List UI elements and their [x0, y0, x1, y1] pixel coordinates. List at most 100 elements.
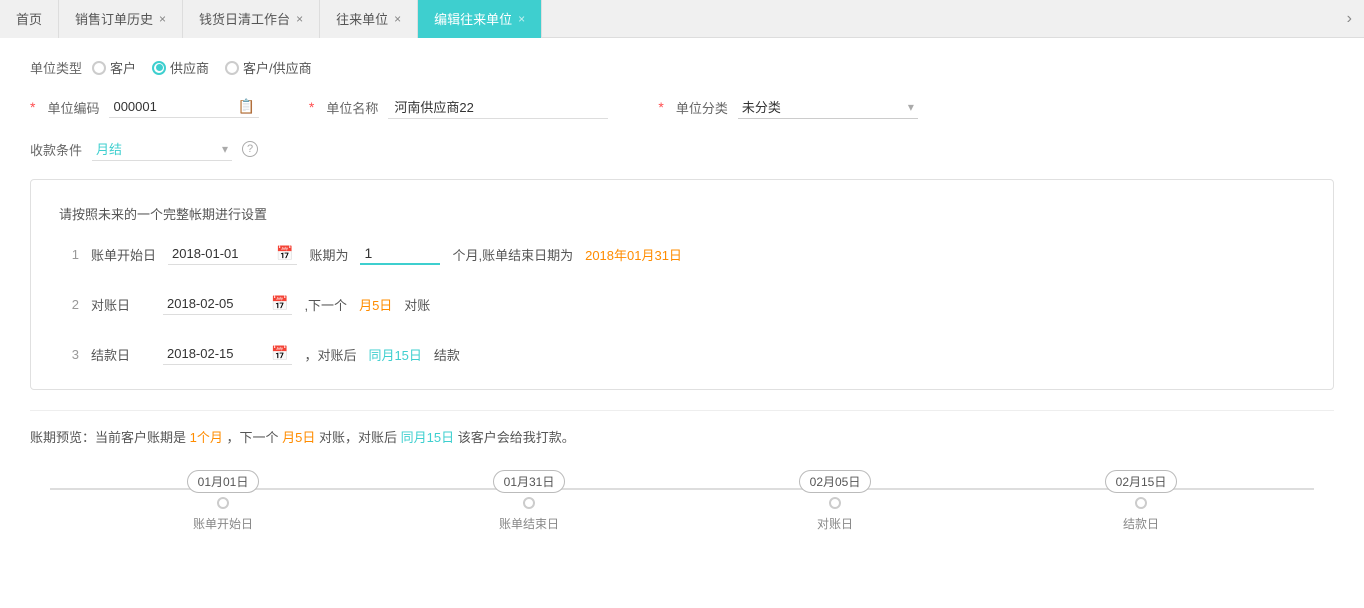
preview-text: 账期预览：当前客户账期是 1个月 ，下一个 月5日 对账，对账后 同月15日 该… — [30, 427, 1334, 446]
radio-customer[interactable]: 客户 — [92, 58, 136, 77]
tab-label-cash-work: 钱货日清工作台 — [199, 9, 290, 28]
timeline-dot-1 — [523, 497, 535, 509]
radio-circle-customer — [92, 61, 106, 75]
main-content: 单位类型 客户 供应商 客户/供应商 * 单位编码 📋 * 单位名称 * 单位分类 … — [0, 38, 1364, 608]
timeline-points: 01月01日账单开始日01月31日账单结束日02月05日对账日02月15日结款日 — [70, 470, 1294, 532]
timeline-point-2: 02月05日对账日 — [682, 470, 988, 532]
unit-category-arrow-icon: ▾ — [908, 100, 914, 114]
timeline-dot-2 — [829, 497, 841, 509]
radio-circle-supplier — [152, 61, 166, 75]
tab-close-cash-work[interactable]: × — [296, 12, 303, 26]
timeline-point-0: 01月01日账单开始日 — [70, 470, 376, 532]
unit-category-label: 单位分类 — [676, 98, 728, 117]
radio-label-supplier: 供应商 — [170, 58, 209, 77]
settings-panel: 请按照未来的一个完整帐期进行设置 1 账单开始日 📅 账期为 个月,账单结束日期… — [30, 179, 1334, 390]
radio-supplier[interactable]: 供应商 — [152, 58, 209, 77]
preview-text3: 对账，对账后 — [319, 430, 397, 445]
required-star-cat: * — [658, 99, 663, 115]
unit-name-input[interactable] — [388, 95, 608, 119]
payment-terms-label: 收款条件 — [30, 140, 82, 159]
tab-close-partner-units[interactable]: × — [394, 12, 401, 26]
unit-category-select[interactable]: 未分类 ▾ — [738, 95, 918, 119]
setting-row-2: 2 对账日 📅 ,下一个 月5日 对账 — [59, 293, 1305, 315]
setting-row-1: 1 账单开始日 📅 账期为 个月,账单结束日期为 2018年01月31日 — [59, 243, 1305, 265]
tab-edit-partner[interactable]: 编辑往来单位 × — [418, 0, 542, 38]
payment-text2: 结款 — [434, 345, 460, 364]
start-date-field[interactable]: 📅 — [168, 243, 297, 265]
payment-date-input[interactable] — [167, 346, 267, 361]
unit-info-row: * 单位编码 📋 * 单位名称 * 单位分类 未分类 ▾ — [30, 95, 1334, 119]
payment-terms-arrow-icon: ▾ — [222, 142, 228, 156]
preview-part1: 1个月 — [190, 430, 223, 445]
start-date-cal-icon[interactable]: 📅 — [276, 245, 293, 262]
tab-close-sales-history[interactable]: × — [159, 12, 166, 26]
payment-highlight: 同月15日 — [368, 345, 421, 364]
period-unit-text: 个月,账单结束日期为 — [452, 245, 573, 264]
tab-label-home: 首页 — [16, 9, 42, 28]
timeline-label-3: 结款日 — [1123, 515, 1159, 532]
timeline-label-2: 对账日 — [817, 515, 853, 532]
payment-date-cal-icon[interactable]: 📅 — [271, 345, 288, 362]
radio-both[interactable]: 客户/供应商 — [225, 58, 312, 77]
timeline-label-1: 账单结束日 — [499, 515, 559, 532]
payment-help-icon[interactable]: ? — [242, 141, 258, 157]
row-num-3: 3 — [59, 347, 79, 362]
timeline-point-1: 01月31日账单结束日 — [376, 470, 682, 532]
preview-part3: 同月15日 — [401, 430, 454, 445]
reconcile-date-cal-icon[interactable]: 📅 — [271, 295, 288, 312]
unit-category-value: 未分类 — [742, 97, 908, 116]
tab-partner-units[interactable]: 往来单位 × — [320, 0, 418, 38]
period-label: 账期为 — [309, 245, 348, 264]
preview-part2: 月5日 — [282, 430, 315, 445]
row-label-1: 账单开始日 — [91, 245, 156, 264]
period-value-input[interactable] — [360, 243, 440, 265]
tab-label-edit-partner: 编辑往来单位 — [434, 9, 512, 28]
unit-type-row: 单位类型 客户 供应商 客户/供应商 — [30, 58, 1334, 77]
preview-label: 账期预览：当前客户账期是 — [30, 430, 186, 445]
tab-close-edit-partner[interactable]: × — [518, 12, 525, 26]
tab-label-partner-units: 往来单位 — [336, 9, 388, 28]
timeline-dot-3 — [1135, 497, 1147, 509]
payment-date-field[interactable]: 📅 — [163, 343, 292, 365]
unit-name-label: 单位名称 — [326, 98, 378, 117]
required-star-code: * — [30, 99, 35, 115]
required-star-name: * — [309, 99, 314, 115]
timeline-point-3: 02月15日结款日 — [988, 470, 1294, 532]
tab-home[interactable]: 首页 — [0, 0, 59, 38]
unit-code-input[interactable] — [113, 99, 233, 114]
preview-text4: 该客户会给我打款。 — [458, 430, 575, 445]
preview-section: 账期预览：当前客户账期是 1个月 ，下一个 月5日 对账，对账后 同月15日 该… — [30, 410, 1334, 532]
preview-text2: ，下一个 — [227, 430, 279, 445]
payment-text1: ，对账后 — [304, 345, 356, 364]
row-num-1: 1 — [59, 247, 79, 262]
unit-code-label: 单位编码 — [47, 98, 99, 117]
payment-terms-row: 收款条件 月结 ▾ ? — [30, 137, 1334, 161]
timeline-badge-2: 02月05日 — [799, 470, 872, 493]
reconcile-text2: 对账 — [404, 295, 430, 314]
panel-title: 请按照未来的一个完整帐期进行设置 — [59, 204, 1305, 223]
timeline: 01月01日账单开始日01月31日账单结束日02月05日对账日02月15日结款日 — [30, 470, 1334, 532]
radio-circle-both — [225, 61, 239, 75]
payment-terms-value: 月结 — [96, 139, 222, 158]
row-num-2: 2 — [59, 297, 79, 312]
reconcile-highlight: 月5日 — [359, 295, 392, 314]
timeline-badge-0: 01月01日 — [187, 470, 260, 493]
unit-code-icon[interactable]: 📋 — [237, 98, 254, 115]
reconcile-date-field[interactable]: 📅 — [163, 293, 292, 315]
radio-label-both: 客户/供应商 — [243, 58, 312, 77]
row-label-2: 对账日 — [91, 295, 151, 314]
tab-bar-arrow[interactable]: › — [1335, 10, 1364, 28]
start-date-input[interactable] — [172, 246, 272, 261]
timeline-dot-0 — [217, 497, 229, 509]
unit-code-field[interactable]: 📋 — [109, 96, 258, 118]
tab-sales-history[interactable]: 销售订单历史 × — [59, 0, 183, 38]
tab-cash-work[interactable]: 钱货日清工作台 × — [183, 0, 320, 38]
unit-type-label: 单位类型 — [30, 58, 82, 77]
payment-terms-select[interactable]: 月结 ▾ — [92, 137, 232, 161]
tab-label-sales-history: 销售订单历史 — [75, 9, 153, 28]
tab-bar: 首页 销售订单历史 × 钱货日清工作台 × 往来单位 × 编辑往来单位 × › — [0, 0, 1364, 38]
timeline-badge-1: 01月31日 — [493, 470, 566, 493]
reconcile-date-input[interactable] — [167, 296, 267, 311]
bill-end-date: 2018年01月31日 — [585, 245, 682, 264]
timeline-label-0: 账单开始日 — [193, 515, 253, 532]
